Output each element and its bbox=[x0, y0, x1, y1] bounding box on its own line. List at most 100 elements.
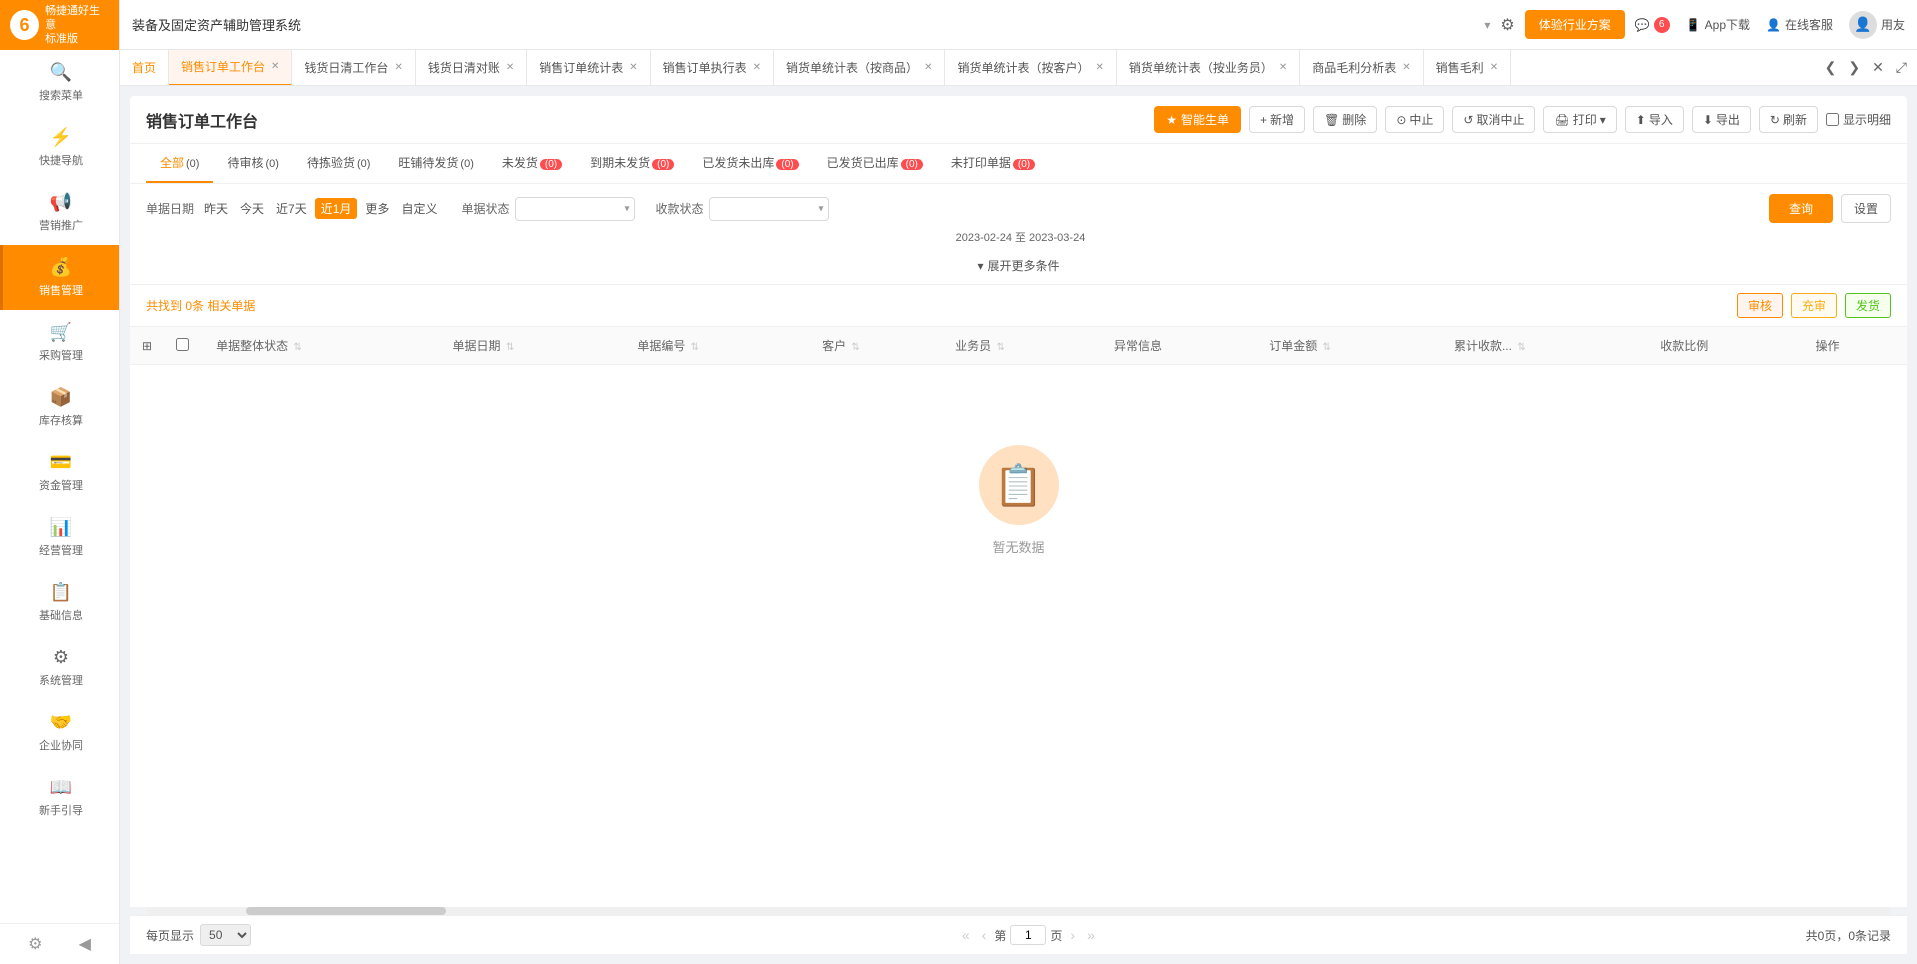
refresh-btn[interactable]: ↻ 刷新 bbox=[1759, 106, 1818, 133]
sidebar-item-collab[interactable]: 🤝企业协同 bbox=[0, 700, 119, 765]
import-btn[interactable]: ⬆ 导入 bbox=[1625, 106, 1684, 133]
tab-sales-order[interactable]: 销售订单工作台✕ bbox=[169, 50, 292, 86]
tab-close-stats3[interactable]: ✕ bbox=[924, 62, 932, 73]
dropdown-icon[interactable]: ▾ bbox=[1484, 18, 1490, 32]
sidebar-item-marketing[interactable]: 📢营销推广 bbox=[0, 180, 119, 245]
tab-close-stats6[interactable]: ✕ bbox=[1402, 62, 1410, 73]
sidebar-item-search[interactable]: 🔍搜索菜单 bbox=[0, 50, 119, 115]
tab-fullscreen[interactable]: ⤢ bbox=[1892, 57, 1911, 78]
smart-generate-btn[interactable]: ★ 智能生单 bbox=[1154, 106, 1241, 133]
tab-close-all[interactable]: ✕ bbox=[1868, 57, 1888, 78]
collapse-btn[interactable]: ◀ bbox=[79, 934, 91, 954]
date-btn-近7天[interactable]: 近7天 bbox=[272, 198, 311, 219]
th-total-payment[interactable]: 累计收款... ⇅ bbox=[1442, 327, 1648, 365]
prev-page-btn[interactable]: ‹ bbox=[978, 925, 991, 945]
print-btn[interactable]: 🖨 打印 ▾ bbox=[1543, 106, 1616, 133]
audit-btn[interactable]: 审核 bbox=[1737, 293, 1783, 318]
select-all-checkbox[interactable] bbox=[176, 338, 189, 351]
delete-btn[interactable]: 🗑 删除 bbox=[1313, 106, 1377, 133]
tab-close-cash-clear[interactable]: ✕ bbox=[394, 62, 402, 73]
tab-home[interactable]: 首页 bbox=[120, 50, 169, 86]
th-amount[interactable]: 订单金额 ⇅ bbox=[1257, 327, 1442, 365]
tab-close-reconcile[interactable]: ✕ bbox=[506, 62, 514, 73]
user-menu[interactable]: 👤 用友 bbox=[1849, 11, 1905, 39]
tab-reconcile[interactable]: 钱货日清对账✕ bbox=[416, 50, 527, 86]
tab-stats3[interactable]: 销货单统计表（按商品）✕ bbox=[774, 50, 945, 86]
sidebar-item-sales[interactable]: 💰销售管理 bbox=[0, 245, 119, 310]
scroll-thumb[interactable] bbox=[246, 907, 446, 915]
tab-stats7[interactable]: 销售毛利✕ bbox=[1424, 50, 1511, 86]
tab-stats6[interactable]: 商品毛利分析表✕ bbox=[1300, 50, 1423, 86]
date-btn-近1月[interactable]: 近1月 bbox=[315, 198, 358, 219]
sidebar-item-system[interactable]: ⚙系统管理 bbox=[0, 635, 119, 700]
show-detail-toggle[interactable]: 显示明细 bbox=[1826, 111, 1891, 128]
page-size-select[interactable]: 50 10 20 100 bbox=[200, 924, 251, 946]
tab-close-stats2[interactable]: ✕ bbox=[753, 62, 761, 73]
tab-label: 销售订单统计表 bbox=[539, 59, 623, 76]
th-checkbox[interactable] bbox=[164, 327, 204, 365]
sub-tab-未打印单据[interactable]: 未打印单据(0) bbox=[937, 144, 1049, 183]
th-date[interactable]: 单据日期 ⇅ bbox=[441, 327, 626, 365]
tab-close-stats4[interactable]: ✕ bbox=[1095, 62, 1103, 73]
sidebar-item-guide[interactable]: 📖新手引导 bbox=[0, 765, 119, 830]
horizontal-scrollbar[interactable] bbox=[146, 907, 1891, 915]
new-btn[interactable]: + 新增 bbox=[1249, 106, 1305, 133]
tab-close-sales-order[interactable]: ✕ bbox=[271, 61, 279, 72]
tab-cash-clear[interactable]: 钱货日清工作台✕ bbox=[292, 50, 415, 86]
th-salesperson[interactable]: 业务员 ⇅ bbox=[943, 327, 1102, 365]
sidebar-item-operation[interactable]: 📊经营管理 bbox=[0, 505, 119, 570]
sidebar-item-basic[interactable]: 📋基础信息 bbox=[0, 570, 119, 635]
app-download-btn[interactable]: 📱 App下载 bbox=[1686, 16, 1750, 33]
online-service-btn[interactable]: 👤 在线客服 bbox=[1766, 16, 1833, 33]
sidebar-item-purchase[interactable]: 🛒采购管理 bbox=[0, 310, 119, 375]
sub-tab-待拣验货[interactable]: 待拣验货(0) bbox=[293, 144, 384, 183]
tab-stats4[interactable]: 销货单统计表（按客户）✕ bbox=[945, 50, 1116, 86]
tab-nav-next[interactable]: ❯ bbox=[1844, 57, 1864, 78]
show-detail-checkbox[interactable] bbox=[1826, 113, 1839, 126]
next-page-btn[interactable]: › bbox=[1066, 925, 1079, 945]
payment-select[interactable] bbox=[709, 197, 829, 221]
sub-tab-已发货已出库[interactable]: 已发货已出库(0) bbox=[813, 144, 937, 183]
stop-btn[interactable]: ⊙ 中止 bbox=[1385, 106, 1444, 133]
tab-stats1[interactable]: 销售订单统计表 ✕ bbox=[527, 50, 650, 86]
sidebar-item-shortcut[interactable]: ⚡快捷导航 bbox=[0, 115, 119, 180]
th-number[interactable]: 单据编号 ⇅ bbox=[625, 327, 810, 365]
deliver-btn[interactable]: 发货 bbox=[1845, 293, 1891, 318]
th-customer[interactable]: 客户 ⇅ bbox=[810, 327, 943, 365]
sub-tab-到期未发货[interactable]: 到期未发货(0) bbox=[576, 144, 688, 183]
date-btn-今天[interactable]: 今天 bbox=[236, 198, 268, 219]
query-btn[interactable]: 查询 bbox=[1769, 194, 1833, 223]
status-select[interactable] bbox=[515, 197, 635, 221]
date-btn-更多[interactable]: 更多 bbox=[361, 198, 393, 219]
first-page-btn[interactable]: « bbox=[958, 925, 974, 945]
sub-tab-旺铺待发货[interactable]: 旺铺待发货(0) bbox=[384, 144, 487, 183]
sub-tab-待审核[interactable]: 待审核(0) bbox=[213, 144, 292, 183]
tab-close-stats1[interactable]: ✕ bbox=[629, 62, 637, 73]
export-icon: ⬇ bbox=[1703, 113, 1713, 127]
user-name: 用友 bbox=[1881, 16, 1905, 33]
tab-nav-prev[interactable]: ❮ bbox=[1821, 57, 1841, 78]
tab-close-stats5[interactable]: ✕ bbox=[1279, 62, 1287, 73]
cancel-stop-btn[interactable]: ↺ 取消中止 bbox=[1452, 106, 1535, 133]
expand-filter-btn[interactable]: ▾ 展开更多条件 bbox=[977, 257, 1059, 274]
export-btn[interactable]: ⬇ 导出 bbox=[1692, 106, 1751, 133]
tab-stats2[interactable]: 销售订单执行表✕ bbox=[651, 50, 774, 86]
date-btn-昨天[interactable]: 昨天 bbox=[200, 198, 232, 219]
date-btn-自定义[interactable]: 自定义 bbox=[397, 198, 441, 219]
tab-stats5[interactable]: 销货单统计表（按业务员）✕ bbox=[1117, 50, 1300, 86]
sidebar-item-finance[interactable]: 💳资金管理 bbox=[0, 440, 119, 505]
tab-close-stats7[interactable]: ✕ bbox=[1490, 62, 1498, 73]
filter-setting-btn[interactable]: 设置 bbox=[1841, 194, 1891, 223]
solution-btn[interactable]: 体验行业方案 bbox=[1525, 10, 1625, 39]
page-label: 第 bbox=[994, 927, 1006, 944]
message-btn[interactable]: 💬 6 bbox=[1635, 17, 1670, 33]
sub-tab-全部[interactable]: 全部(0) bbox=[146, 144, 213, 183]
settings-bottom-btn[interactable]: ⚙ bbox=[28, 934, 42, 954]
sub-tab-已发货未出库[interactable]: 已发货未出库(0) bbox=[688, 144, 812, 183]
settings-icon[interactable]: ⚙ bbox=[1500, 15, 1514, 35]
page-input[interactable] bbox=[1010, 925, 1046, 945]
revoke-btn[interactable]: 充审 bbox=[1791, 293, 1837, 318]
last-page-btn[interactable]: » bbox=[1083, 925, 1099, 945]
sidebar-item-inventory[interactable]: 📦库存核算 bbox=[0, 375, 119, 440]
sub-tab-未发货[interactable]: 未发货(0) bbox=[488, 144, 576, 183]
